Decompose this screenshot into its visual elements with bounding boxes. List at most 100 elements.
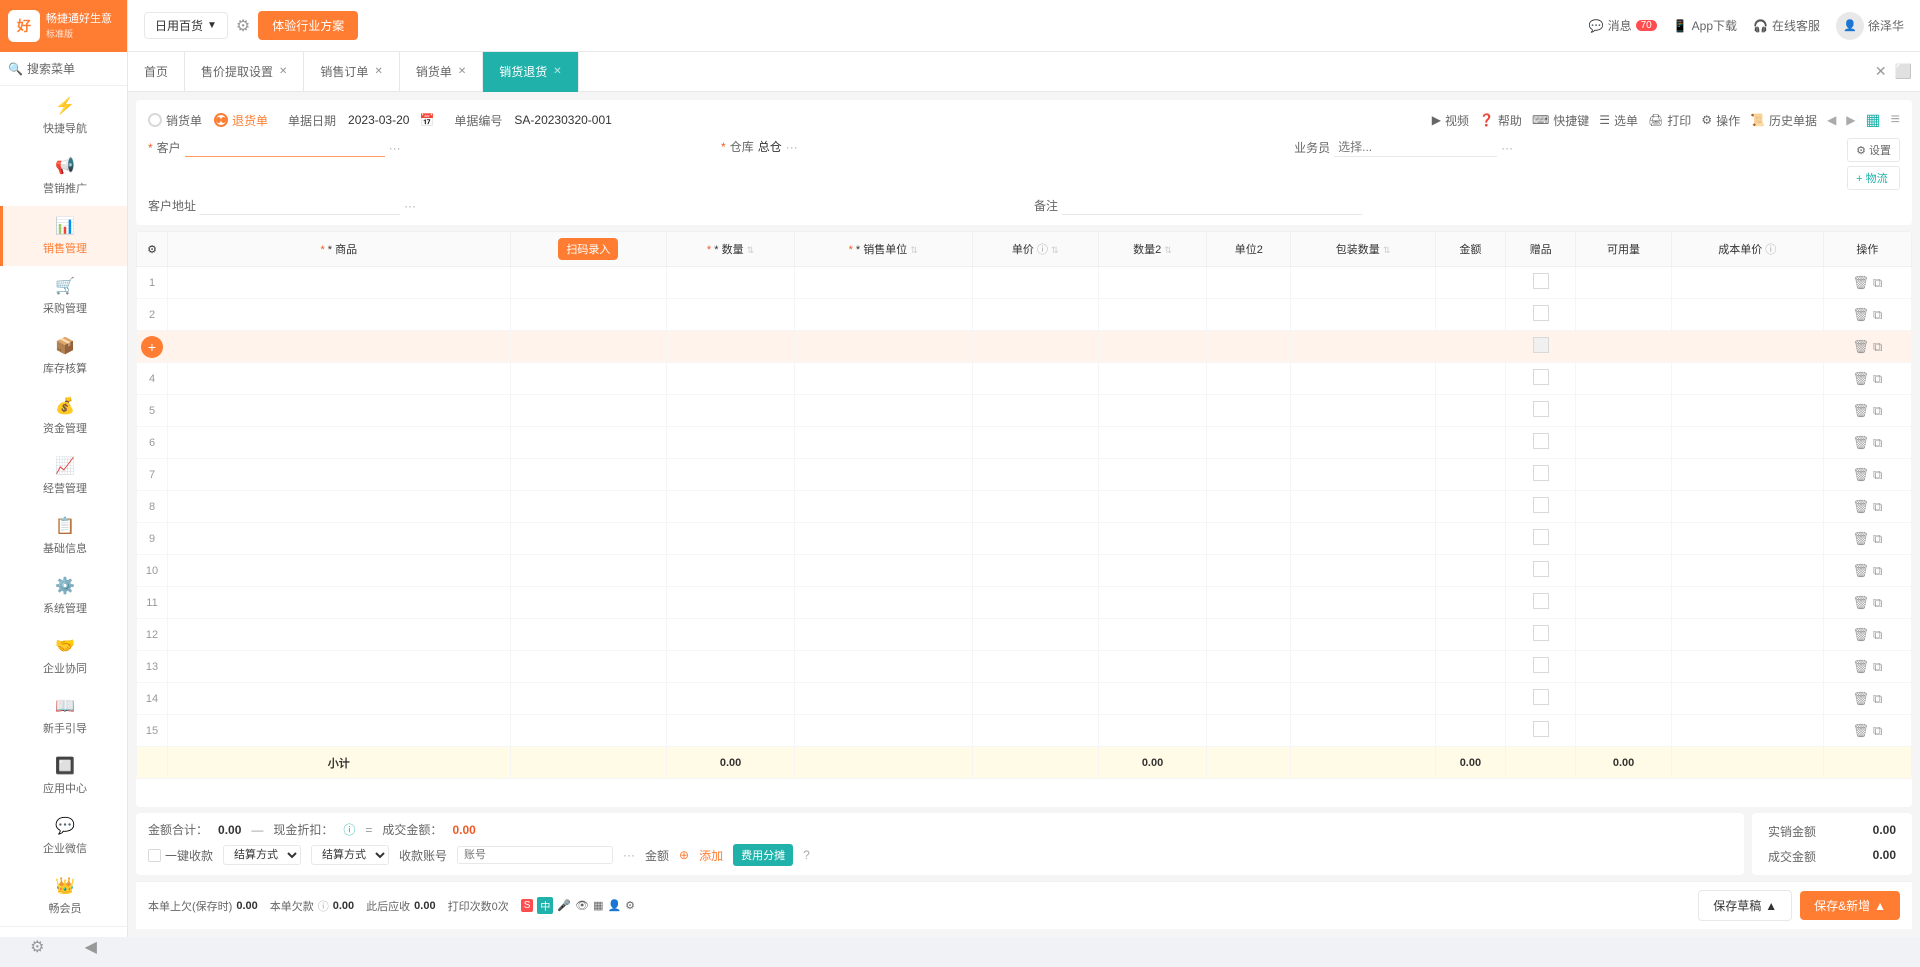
delete-row-btn[interactable]: 🗑	[1853, 339, 1870, 355]
footer-icon-s[interactable]: S	[521, 899, 534, 912]
delete-row-btn[interactable]: 🗑	[1853, 307, 1870, 323]
settlement-method-select[interactable]: 结算方式	[223, 845, 301, 865]
tab-close-sales-delivery[interactable]: ✕	[458, 66, 466, 77]
delete-row-btn[interactable]: 🗑	[1853, 691, 1870, 707]
sidebar-item-purchase[interactable]: 🛒 采购管理	[0, 266, 127, 326]
calc-help-icon[interactable]: ⓘ	[343, 821, 355, 838]
pack-sort-icon[interactable]: ⇅	[1383, 245, 1391, 255]
history-btn[interactable]: 📜 历史单据	[1750, 112, 1817, 129]
tab-home[interactable]: 首页	[128, 52, 185, 92]
settings-gear-btn[interactable]: ⚙	[236, 16, 250, 36]
price-info-icon[interactable]: ⓘ	[1037, 244, 1048, 256]
product-input-active[interactable]	[172, 341, 506, 353]
delete-row-btn[interactable]: 🗑	[1853, 435, 1870, 451]
trial-button[interactable]: 体验行业方案	[258, 11, 358, 40]
table-settings-icon[interactable]: ⚙	[147, 244, 157, 256]
gift-checkbox[interactable]	[1533, 401, 1549, 417]
delete-row-btn[interactable]: 🗑	[1853, 595, 1870, 611]
footer-icon-grid[interactable]: ▦	[593, 899, 603, 912]
sidebar-item-ops[interactable]: 📈 经营管理	[0, 446, 127, 506]
save-dropdown-icon[interactable]: ▲	[1874, 899, 1886, 913]
copy-row-btn[interactable]: ⧉	[1873, 435, 1882, 451]
footer-icon-user[interactable]: 👤	[607, 899, 621, 912]
help-btn[interactable]: ❓ 帮助	[1479, 112, 1522, 129]
cost-cell[interactable]	[1671, 267, 1823, 299]
gift-checkbox[interactable]	[1533, 369, 1549, 385]
add-logistics-btn[interactable]: + 物流	[1847, 166, 1900, 190]
delete-row-btn[interactable]: 🗑	[1853, 659, 1870, 675]
delete-row-btn[interactable]: 🗑	[1853, 275, 1870, 291]
tab-sales-return[interactable]: 销货退货 ✕	[483, 52, 578, 92]
add-payment-btn[interactable]: ⊕	[679, 848, 689, 862]
close-tab-btn[interactable]: ✕	[1875, 63, 1887, 80]
gift-checkbox[interactable]	[1533, 433, 1549, 449]
price-sort-icon[interactable]: ⇅	[1051, 245, 1059, 255]
copy-row-btn[interactable]: ⧉	[1873, 371, 1882, 387]
footer-icon-mic[interactable]: 🎤	[557, 899, 571, 912]
copy-row-btn[interactable]: ⧉	[1873, 691, 1882, 707]
amount-cell[interactable]	[1435, 267, 1505, 299]
collapse-icon[interactable]: ◀	[85, 937, 97, 957]
gift-checkbox[interactable]	[1533, 561, 1549, 577]
app-download-group[interactable]: 📱 App下载	[1673, 17, 1737, 34]
gift-checkbox[interactable]	[1533, 689, 1549, 705]
copy-row-btn[interactable]: ⧉	[1873, 723, 1882, 739]
form-settings-btn[interactable]: ⚙ 设置	[1847, 138, 1900, 162]
fee-help-icon[interactable]: ?	[803, 848, 810, 862]
gift-checkbox[interactable]	[1533, 465, 1549, 481]
tab-sales-order[interactable]: 销售订单 ✕	[304, 52, 399, 92]
copy-row-btn[interactable]: ⧉	[1873, 499, 1882, 515]
scan-input-btn[interactable]: 扫码录入	[558, 238, 618, 260]
settings-bottom-icon[interactable]: ⚙	[30, 937, 44, 957]
unit2-cell[interactable]	[1207, 267, 1291, 299]
tab-sales-delivery[interactable]: 销货单 ✕	[400, 52, 483, 92]
list-view-icon[interactable]: ≡	[1891, 111, 1900, 129]
tab-price-setting[interactable]: 售价提取设置 ✕	[185, 52, 304, 92]
qty-cell[interactable]	[667, 267, 795, 299]
avail-cell[interactable]	[1576, 267, 1671, 299]
gift-checkbox-active[interactable]	[1533, 337, 1549, 353]
delete-row-btn[interactable]: 🗑	[1853, 563, 1870, 579]
online-service-group[interactable]: 🎧 在线客服	[1753, 17, 1820, 34]
sidebar-item-basic[interactable]: 📋 基础信息	[0, 506, 127, 566]
pack-cell[interactable]	[1291, 267, 1435, 299]
calc-method-select[interactable]: 结算方式	[311, 845, 389, 865]
delete-row-btn[interactable]: 🗑	[1853, 627, 1870, 643]
video-btn[interactable]: ▶ 视频	[1432, 112, 1469, 129]
copy-row-btn[interactable]: ⧉	[1873, 627, 1882, 643]
save-new-btn[interactable]: 保存&新增 ▲	[1800, 891, 1900, 920]
sidebar-item-finance[interactable]: 💰 资金管理	[0, 386, 127, 446]
copy-row-btn[interactable]: ⧉	[1873, 275, 1882, 291]
customer-more-icon[interactable]: ···	[389, 141, 401, 155]
account-more-icon[interactable]: ···	[623, 848, 635, 862]
salesperson-input[interactable]	[1334, 138, 1497, 157]
footer-icon-zh[interactable]: 中	[537, 897, 553, 914]
copy-row-btn[interactable]: ⧉	[1873, 563, 1882, 579]
gift-checkbox[interactable]	[1533, 273, 1549, 289]
sidebar-item-search[interactable]: 🔍 搜索菜单	[0, 52, 127, 86]
sidebar-item-quick-nav[interactable]: ⚡ 快捷导航	[0, 86, 127, 146]
maximize-tab-btn[interactable]: ⬜	[1895, 63, 1912, 80]
qty2-cell[interactable]	[1098, 267, 1206, 299]
gift-checkbox[interactable]	[1533, 529, 1549, 545]
footer-icon-settings[interactable]: ⚙	[625, 899, 635, 912]
copy-row-btn[interactable]: ⧉	[1873, 307, 1882, 323]
footer-icon-eye[interactable]: 👁	[575, 899, 589, 912]
tab-close-price-setting[interactable]: ✕	[279, 66, 287, 77]
delete-row-btn[interactable]: 🗑	[1853, 467, 1870, 483]
single-arrears-help[interactable]: ⓘ	[318, 898, 329, 914]
next-history-icon[interactable]: ▶	[1846, 113, 1855, 127]
gift-checkbox[interactable]	[1533, 593, 1549, 609]
qty2-sort-icon[interactable]: ⇅	[1164, 245, 1172, 255]
customer-input[interactable]	[185, 138, 385, 157]
message-group[interactable]: 💬 消息 70	[1589, 17, 1657, 34]
tab-close-sales-order[interactable]: ✕	[374, 66, 382, 77]
delete-row-btn[interactable]: 🗑	[1853, 403, 1870, 419]
delete-row-btn[interactable]: 🗑	[1853, 371, 1870, 387]
delete-row-btn[interactable]: 🗑	[1853, 531, 1870, 547]
gift-checkbox[interactable]	[1533, 497, 1549, 513]
address-input[interactable]	[200, 196, 400, 215]
gift-checkbox[interactable]	[1533, 305, 1549, 321]
one-click-payment-checkbox[interactable]	[148, 849, 161, 862]
unit-sort-icon[interactable]: ⇅	[910, 245, 918, 255]
